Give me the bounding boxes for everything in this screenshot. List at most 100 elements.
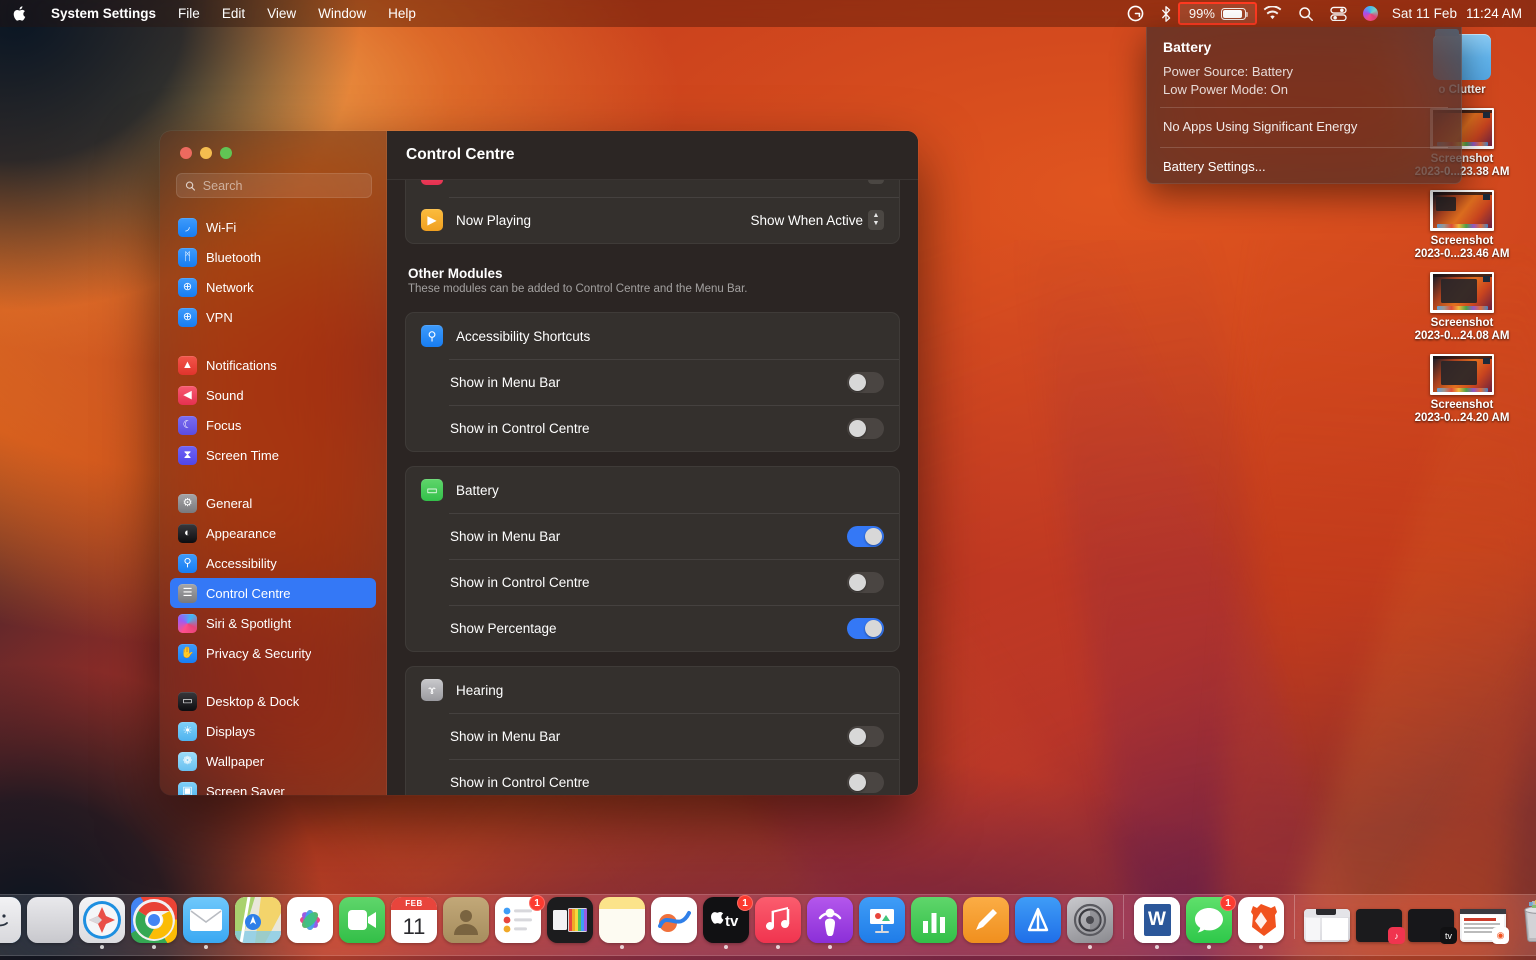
sidebar-item-general[interactable]: ⚙ General [170,488,376,518]
dock-item-mail[interactable] [182,897,230,949]
toggle-row-battery-show-in-menu-bar[interactable]: Show in Menu Bar [406,513,899,559]
dock-item-calendar[interactable]: FEB 11 [390,897,438,949]
safari-icon [79,897,125,943]
menu-file[interactable]: File [167,3,211,25]
sidebar-item-desktop-dock[interactable]: ▭ Desktop & Dock [170,686,376,716]
dock-item-app-store[interactable] [1014,897,1062,949]
minimized-window-music-window[interactable]: ♪ [1356,909,1405,944]
desktop-screenshot-2[interactable]: Screenshot 2023-0...23.46 AM [1398,189,1526,262]
toggle-row-hearing-show-in-control-centre[interactable]: Show in Control Centre [406,759,899,795]
dock-item-system-settings[interactable] [1066,897,1114,949]
sidebar-item-control-centre[interactable]: ☰ Control Centre [170,578,376,608]
desktop-screenshot-3[interactable]: Screenshot 2023-0...24.08 AM [1398,271,1526,344]
menu-edit[interactable]: Edit [211,3,256,25]
toggle-switch[interactable] [847,725,884,747]
dock-item-freeform[interactable] [650,897,698,949]
spotlight-search-icon[interactable] [1290,3,1322,25]
dock-item-apple-tv[interactable]: 1 tv [702,895,753,949]
sidebar-item-notifications[interactable]: ▲ Notifications [170,350,376,380]
minimized-window-brave-window[interactable]: ◉ [1460,909,1509,944]
dock-trash[interactable] [1514,897,1536,949]
wifi-icon[interactable] [1255,3,1290,25]
dock-item-finder[interactable] [0,897,22,949]
minimize-button[interactable] [200,147,212,159]
toggle-row-accessibility-shortcuts-show-in-control-centre[interactable]: Show in Control Centre [406,405,899,451]
sidebar-item-screen-time[interactable]: ⧗ Screen Time [170,440,376,470]
menu-app-name[interactable]: System Settings [40,3,167,25]
toggle-switch[interactable] [847,571,884,593]
dock-item-notes[interactable] [598,897,646,949]
dock-item-photos[interactable] [286,897,334,949]
toggle-knob [849,573,866,591]
sidebar-item-vpn[interactable]: ⊕ VPN [170,302,376,332]
search-input[interactable] [202,178,363,193]
dock-item-safari[interactable] [78,897,126,949]
sidebar-item-list[interactable]: ◞ Wi-Fi ᛗ Bluetooth ⊕ Network ⊕ VPN ▲ Notificatio… [160,208,386,795]
zoom-button[interactable] [220,147,232,159]
dock-item-contacts[interactable] [442,897,490,949]
bluetooth-icon[interactable] [1152,3,1180,25]
running-indicator [828,945,832,949]
search-field[interactable] [176,173,372,198]
toggle-row-battery-show-in-control-centre[interactable]: Show in Control Centre [406,559,899,605]
menu-bar-clock[interactable]: Sat 11 Feb 11:24 AM [1386,6,1522,21]
toggle-switch[interactable] [847,417,884,439]
dock-item-music[interactable] [754,897,802,949]
dock-item-brave-browser[interactable] [1237,897,1285,949]
dock-item-facetime[interactable] [338,897,386,949]
app-store-icon [1015,897,1061,943]
dock-item-google-chrome[interactable] [130,897,178,949]
dock-item-messages[interactable]: 1 [1185,895,1236,949]
sidebar-item-network[interactable]: ⊕ Network [170,272,376,302]
module-row-sound[interactable]: ◀ Sound Show When Active ▲▼ [406,180,899,197]
sidebar-item-wallpaper[interactable]: ❁ Wallpaper [170,746,376,776]
minimized-window-apple-tv-window[interactable]: tv [1408,909,1457,944]
minimized-window-finder-window[interactable] [1304,909,1350,942]
toggle-switch[interactable] [847,617,884,639]
sidebar-item-accessibility[interactable]: ⚲ Accessibility [170,548,376,578]
apple-logo-icon[interactable] [13,5,40,22]
sidebar-group: ▭ Desktop & Dock ☀ Displays ❁ Wallpaper ▣ Scree… [170,682,376,795]
dock-item-launchpad[interactable] [26,897,74,949]
sidebar-item-appearance[interactable]: ◐ Appearance [170,518,376,548]
sidebar-item-label: Appearance [206,525,277,541]
sidebar-item-privacy-security[interactable]: ✋ Privacy & Security [170,638,376,668]
sidebar-item-focus[interactable]: ☾ Focus [170,410,376,440]
toggle-switch[interactable] [847,525,884,547]
menu-help[interactable]: Help [377,3,427,25]
toggle-switch[interactable] [847,371,884,393]
speaker-icon: ◀ [178,385,197,405]
desktop-screenshot-4[interactable]: Screenshot 2023-0...24.20 AM [1398,353,1526,426]
sidebar-item-displays[interactable]: ☀ Displays [170,716,376,746]
toggle-row-accessibility-shortcuts-show-in-menu-bar[interactable]: Show in Menu Bar [406,359,899,405]
dock-item-numbers[interactable] [910,897,958,949]
toggle-row-hearing-show-in-menu-bar[interactable]: Show in Menu Bar [406,713,899,759]
toggle-switch[interactable] [847,771,884,793]
sidebar-item-siri-spotlight[interactable]: Siri & Spotlight [170,608,376,638]
sidebar-item-screen-saver[interactable]: ▣ Screen Saver [170,776,376,795]
sidebar-item-sound[interactable]: ◀ Sound [170,380,376,410]
popup-button[interactable]: Show When Active ▲▼ [750,180,884,184]
battery-settings-menu-item[interactable]: Battery Settings... [1147,156,1461,177]
popup-button[interactable]: Show When Active ▲▼ [750,210,884,230]
dock-item-podcasts[interactable] [806,897,854,949]
dock-item-pages[interactable] [962,897,1010,949]
dock-item-photo-booth[interactable] [546,897,594,949]
settings-scroll-area[interactable]: ◀ Sound Show When Active ▲▼ ▶ Now Playing Show… [387,180,918,795]
menu-view[interactable]: View [256,3,307,25]
module-row-now-playing[interactable]: ▶ Now Playing Show When Active ▲ ▼ [406,197,899,243]
dock-item-keynote[interactable] [858,897,906,949]
siri-icon[interactable] [1355,3,1386,25]
dock-item-microsoft-word[interactable]: W [1133,897,1181,949]
battery-percent-label: 99% [1188,6,1215,21]
battery-status-icon[interactable]: 99% [1177,2,1257,25]
sidebar-item-wi-fi[interactable]: ◞ Wi-Fi [170,212,376,242]
menu-window[interactable]: Window [307,3,377,25]
sidebar-item-bluetooth[interactable]: ᛗ Bluetooth [170,242,376,272]
dock-item-maps[interactable] [234,897,282,949]
close-button[interactable] [180,147,192,159]
toggle-row-battery-show-percentage[interactable]: Show Percentage [406,605,899,651]
grammarly-icon[interactable] [1119,3,1152,25]
control-centre-icon[interactable] [1322,3,1355,25]
dock-item-reminders[interactable]: 1 [494,895,545,949]
